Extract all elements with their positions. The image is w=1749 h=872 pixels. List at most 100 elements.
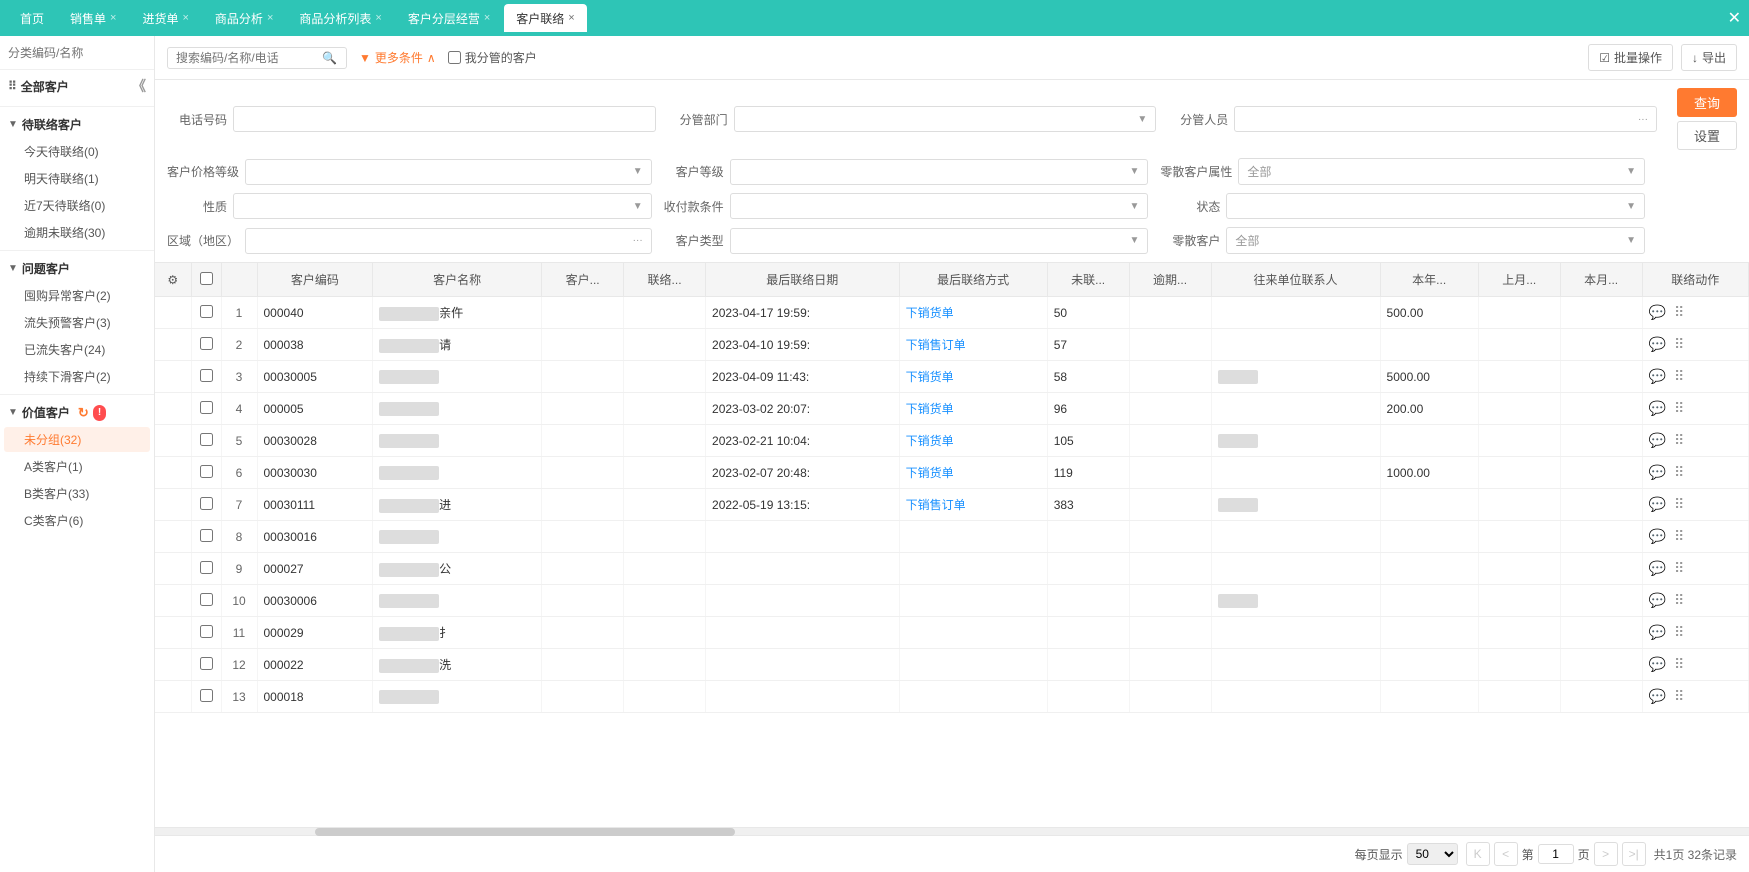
filter-scatter-attr-select[interactable]: 全部 ▼ xyxy=(1238,158,1645,185)
sidebar-item-class-a[interactable]: A类客户(1) xyxy=(4,454,150,479)
row-checkbox[interactable] xyxy=(200,593,213,606)
row-checkbox-cell[interactable] xyxy=(191,393,221,425)
row-settings[interactable] xyxy=(155,329,191,361)
filter-person-select[interactable]: ··· xyxy=(1234,106,1657,132)
close-product-analysis-tab[interactable]: × xyxy=(267,12,273,24)
row-settings[interactable] xyxy=(155,297,191,329)
row-checkbox[interactable] xyxy=(200,561,213,574)
row-settings[interactable] xyxy=(155,393,191,425)
close-customer-contact-tab[interactable]: × xyxy=(568,12,574,24)
row-settings[interactable] xyxy=(155,617,191,649)
row-settings[interactable] xyxy=(155,681,191,713)
action-message-icon[interactable]: 💬 xyxy=(1649,624,1666,641)
row-checkbox-cell[interactable] xyxy=(191,457,221,489)
action-more-icon[interactable]: ⠿ xyxy=(1674,688,1684,705)
action-message-icon[interactable]: 💬 xyxy=(1649,560,1666,577)
action-message-icon[interactable]: 💬 xyxy=(1649,464,1666,481)
row-checkbox[interactable] xyxy=(200,305,213,318)
tab-customer-contact[interactable]: 客户联络 × xyxy=(504,4,586,32)
sidebar-item-abnormal[interactable]: 囤购异常客户(2) xyxy=(4,283,150,308)
action-message-icon[interactable]: 💬 xyxy=(1649,656,1666,673)
row-settings[interactable] xyxy=(155,585,191,617)
my-customers-checkbox[interactable] xyxy=(448,51,461,64)
col-checkbox[interactable] xyxy=(191,263,221,297)
row-checkbox-cell[interactable] xyxy=(191,297,221,329)
row-checkbox-cell[interactable] xyxy=(191,585,221,617)
sidebar-item-churn-warning[interactable]: 流失预警客户(3) xyxy=(4,310,150,335)
sidebar-item-tomorrow[interactable]: 明天待联络(1) xyxy=(4,166,150,191)
close-purchase-tab[interactable]: × xyxy=(182,12,188,24)
first-page-btn[interactable]: K xyxy=(1466,842,1490,866)
action-more-icon[interactable]: ⠿ xyxy=(1674,464,1684,481)
row-checkbox-cell[interactable] xyxy=(191,361,221,393)
filter-search-icon[interactable]: 🔍 xyxy=(322,51,337,65)
last-way-link[interactable]: 下销货单 xyxy=(906,306,954,320)
filter-more-btn[interactable]: ▼ 更多条件 ∧ xyxy=(359,49,436,66)
sidebar-item-ungroup[interactable]: 未分组(32) xyxy=(4,427,150,452)
row-checkbox[interactable] xyxy=(200,337,213,350)
filter-customer-type-select[interactable]: ▼ xyxy=(730,228,1149,254)
close-product-analysis-list-tab[interactable]: × xyxy=(375,12,381,24)
action-more-icon[interactable]: ⠿ xyxy=(1674,624,1684,641)
sidebar-item-today[interactable]: 今天待联络(0) xyxy=(4,139,150,164)
row-checkbox[interactable] xyxy=(200,465,213,478)
tab-product-analysis-list[interactable]: 商品分析列表 × xyxy=(287,4,393,32)
last-way-link[interactable]: 下销货单 xyxy=(906,466,954,480)
horizontal-scrollbar[interactable] xyxy=(155,827,1749,835)
row-checkbox-cell[interactable] xyxy=(191,681,221,713)
col-settings[interactable]: ⚙ xyxy=(155,263,191,297)
sidebar-search-input[interactable] xyxy=(8,46,155,60)
action-message-icon[interactable]: 💬 xyxy=(1649,432,1666,449)
filter-payment-select[interactable]: ▼ xyxy=(730,193,1149,219)
prev-page-btn[interactable]: < xyxy=(1494,842,1518,866)
row-checkbox[interactable] xyxy=(200,401,213,414)
filter-search-input[interactable] xyxy=(176,51,316,65)
filter-phone-input[interactable] xyxy=(233,106,656,132)
refresh-icon[interactable]: ↻ xyxy=(78,405,89,421)
sidebar-group-value[interactable]: ▼ 价值客户 ↻ ! xyxy=(0,399,154,426)
action-more-icon[interactable]: ⠿ xyxy=(1674,496,1684,513)
row-checkbox[interactable] xyxy=(200,433,213,446)
reset-btn[interactable]: 设置 xyxy=(1677,121,1737,150)
last-page-btn[interactable]: >| xyxy=(1622,842,1646,866)
action-message-icon[interactable]: 💬 xyxy=(1649,688,1666,705)
action-message-icon[interactable]: 💬 xyxy=(1649,400,1666,417)
tab-purchase[interactable]: 进货单 × xyxy=(130,4,200,32)
action-more-icon[interactable]: ⠿ xyxy=(1674,592,1684,609)
last-way-link[interactable]: 下销售订单 xyxy=(906,338,966,352)
tab-customer-segment[interactable]: 客户分层经营 × xyxy=(396,4,502,32)
row-settings[interactable] xyxy=(155,489,191,521)
row-checkbox[interactable] xyxy=(200,625,213,638)
sidebar-item-class-c[interactable]: C类客户(6) xyxy=(4,508,150,533)
row-checkbox-cell[interactable] xyxy=(191,521,221,553)
action-more-icon[interactable]: ⠿ xyxy=(1674,528,1684,545)
filter-dept-select[interactable]: ▼ xyxy=(734,106,1157,132)
row-checkbox-cell[interactable] xyxy=(191,329,221,361)
last-way-link[interactable]: 下销货单 xyxy=(906,434,954,448)
filter-region-select[interactable]: ··· xyxy=(245,228,652,254)
close-sales-tab[interactable]: × xyxy=(110,12,116,24)
row-checkbox[interactable] xyxy=(200,689,213,702)
row-settings[interactable] xyxy=(155,521,191,553)
sidebar-collapse-icon[interactable]: 《 xyxy=(132,76,146,96)
action-message-icon[interactable]: 💬 xyxy=(1649,304,1666,321)
filter-price-level-select[interactable]: ▼ xyxy=(245,159,652,185)
close-customer-segment-tab[interactable]: × xyxy=(484,12,490,24)
row-checkbox[interactable] xyxy=(200,529,213,542)
tab-sales[interactable]: 销售单 × xyxy=(58,4,128,32)
row-checkbox-cell[interactable] xyxy=(191,649,221,681)
sidebar-group-pending[interactable]: ▼ 待联络客户 xyxy=(0,111,154,138)
filter-scatter-select[interactable]: 全部 ▼ xyxy=(1226,227,1645,254)
row-checkbox[interactable] xyxy=(200,657,213,670)
row-checkbox-cell[interactable] xyxy=(191,425,221,457)
action-message-icon[interactable]: 💬 xyxy=(1649,592,1666,609)
sidebar-item-class-b[interactable]: B类客户(33) xyxy=(4,481,150,506)
filter-status-select[interactable]: ▼ xyxy=(1226,193,1645,219)
export-btn[interactable]: ↓ 导出 xyxy=(1681,44,1737,71)
row-settings[interactable] xyxy=(155,425,191,457)
query-btn[interactable]: 查询 xyxy=(1677,88,1737,117)
filter-customer-level-select[interactable]: ▼ xyxy=(730,159,1149,185)
sidebar-item-churned[interactable]: 已流失客户(24) xyxy=(4,337,150,362)
action-more-icon[interactable]: ⠿ xyxy=(1674,304,1684,321)
row-checkbox-cell[interactable] xyxy=(191,489,221,521)
